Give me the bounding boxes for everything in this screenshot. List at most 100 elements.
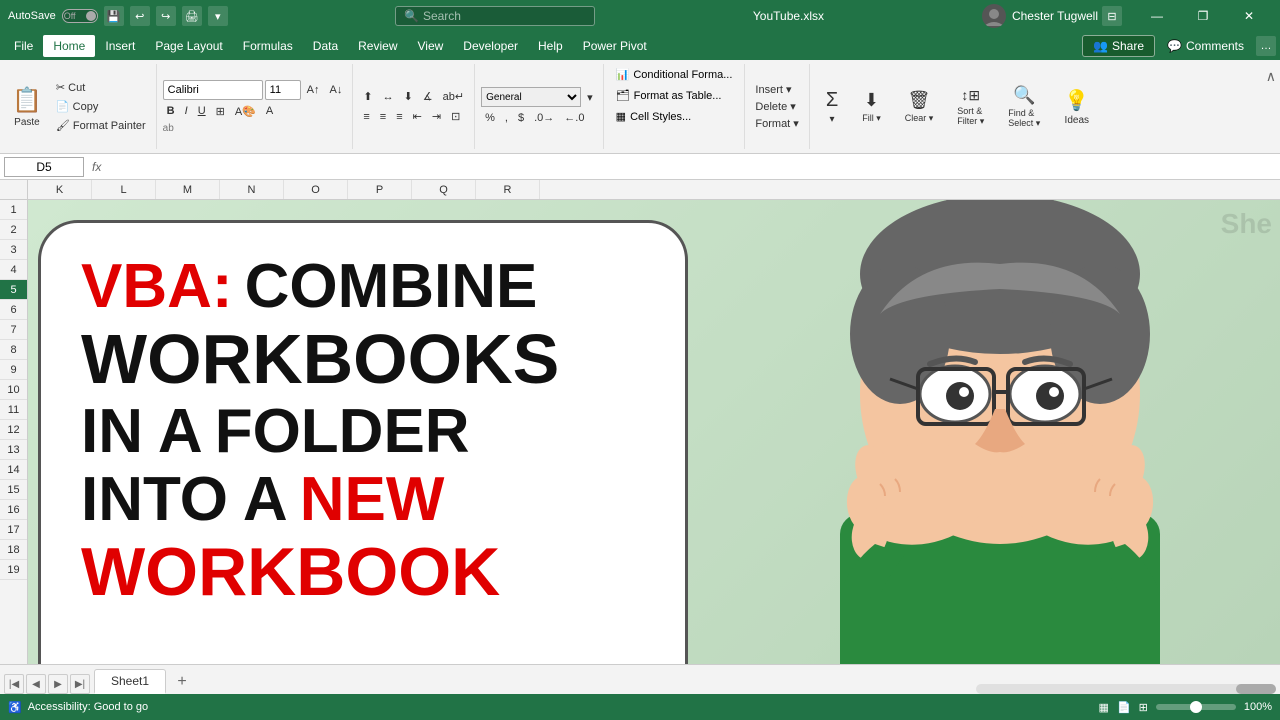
col-M[interactable]: M [156,180,220,199]
row-10[interactable]: 10 [0,380,27,400]
bold-button[interactable]: B [163,103,179,119]
wrap-text-button[interactable]: ab↵ [439,88,468,105]
col-L[interactable]: L [92,180,156,199]
find-select-button[interactable]: 🔍 Find &Select ▾ [1000,67,1048,147]
comma-style-button[interactable]: , [501,110,512,126]
menu-review[interactable]: Review [348,35,407,57]
cell-styles-button[interactable]: ▦ Cell Styles... [610,108,698,125]
merge-cells-button[interactable]: ⊡ [447,108,464,125]
row-9[interactable]: 9 [0,360,27,380]
align-top-button[interactable]: ⬆ [359,88,376,105]
fill-button[interactable]: ⬇ Fill ▾ [854,67,889,147]
format-cells-button[interactable]: Format ▾ [751,115,802,132]
menu-help[interactable]: Help [528,35,573,57]
ideas-button[interactable]: 💡 Ideas [1056,67,1097,147]
align-bottom-button[interactable]: ⬇ [400,88,417,105]
angle-text-button[interactable]: ∡ [419,88,437,105]
row-4[interactable]: 4 [0,260,27,280]
restore-button[interactable]: ❐ [1180,0,1226,32]
row-13[interactable]: 13 [0,440,27,460]
row-15[interactable]: 15 [0,480,27,500]
italic-button[interactable]: I [181,103,192,119]
decrease-indent-button[interactable]: ⇤ [409,108,426,125]
sheet-first-button[interactable]: |◀ [4,674,24,694]
menu-formulas[interactable]: Formulas [233,35,303,57]
col-K[interactable]: K [28,180,92,199]
underline-button[interactable]: U [194,103,210,119]
normal-view-icon[interactable]: ▦ [1099,701,1109,714]
currency-button[interactable]: $ [514,110,528,126]
more-menu-icon[interactable]: … [1256,36,1276,56]
menu-power-pivot[interactable]: Power Pivot [573,35,657,57]
col-N[interactable]: N [220,180,284,199]
horizontal-scrollbar[interactable] [976,684,1276,694]
row-16[interactable]: 16 [0,500,27,520]
quick-access-more[interactable]: ▾ [208,6,228,26]
number-format-dropdown[interactable]: ▾ [583,89,597,106]
menu-file[interactable]: File [4,35,43,57]
row-19[interactable]: 19 [0,560,27,580]
name-box-input[interactable] [4,157,84,177]
decrease-decimal-button[interactable]: ←.0 [560,110,588,126]
conditional-format-button[interactable]: 📊 Conditional Forma... [610,66,739,83]
sheet-next-button[interactable]: ▶ [48,674,68,694]
align-right-button[interactable]: ≡ [392,109,406,125]
paste-button[interactable]: 📋 Paste [6,67,48,147]
align-middle-button[interactable]: ↔ [379,89,398,105]
increase-decimal-button[interactable]: .0→ [530,110,558,126]
sort-filter-button[interactable]: ↕⊞ Sort &Filter ▾ [949,67,992,147]
redo-icon[interactable]: ↪ [156,6,176,26]
menu-insert[interactable]: Insert [95,35,145,57]
menu-developer[interactable]: Developer [453,35,528,57]
row-1[interactable]: 1 [0,200,27,220]
row-18[interactable]: 18 [0,540,27,560]
fill-color-button[interactable]: A🎨 [231,103,260,120]
row-8[interactable]: 8 [0,340,27,360]
align-center-button[interactable]: ≡ [376,109,390,125]
page-break-icon[interactable]: ⊞ [1139,701,1148,714]
menu-home[interactable]: Home [43,35,95,57]
page-layout-icon[interactable]: 📄 [1117,701,1131,714]
insert-cells-button[interactable]: Insert ▾ [751,81,802,98]
add-sheet-button[interactable]: + [170,670,194,694]
font-name-input[interactable] [163,80,263,100]
font-color-button[interactable]: A [262,103,277,119]
formula-input[interactable] [109,157,1276,177]
search-bar[interactable]: 🔍 Search [395,6,595,26]
row-6[interactable]: 6 [0,300,27,320]
col-P[interactable]: P [348,180,412,199]
align-left-button[interactable]: ≡ [359,109,373,125]
zoom-bar[interactable] [1156,704,1236,710]
share-button[interactable]: 👥 Share [1082,35,1155,57]
comments-button[interactable]: 💬 Comments [1161,37,1250,55]
decrease-font-button[interactable]: A↓ [326,82,347,98]
sigma-button[interactable]: Σ ▾ [818,67,846,147]
sheet-prev-button[interactable]: ◀ [26,674,46,694]
close-button[interactable]: ✕ [1226,0,1272,32]
number-format-select[interactable]: General [481,87,581,107]
percent-button[interactable]: % [481,110,499,126]
col-Q[interactable]: Q [412,180,476,199]
row-11[interactable]: 11 [0,400,27,420]
row-7[interactable]: 7 [0,320,27,340]
sheet-tab-sheet1[interactable]: Sheet1 [94,669,166,694]
minimize-button[interactable]: — [1134,0,1180,32]
menu-data[interactable]: Data [303,35,348,57]
increase-indent-button[interactable]: ⇥ [428,108,445,125]
format-painter-button[interactable]: 🖌 Format Painter [52,117,150,134]
save-icon[interactable]: 💾 [104,6,124,26]
ribbon-collapse-button[interactable]: ∧ [1262,64,1280,149]
delete-cells-button[interactable]: Delete ▾ [751,98,802,115]
print-icon[interactable]: 🖨 [182,6,202,26]
format-as-table-button[interactable]: 🗂 Format as Table... [610,87,728,104]
col-R[interactable]: R [476,180,540,199]
row-14[interactable]: 14 [0,460,27,480]
cut-button[interactable]: ✂ Cut [52,79,150,96]
copy-button[interactable]: 📄 Copy [52,98,150,115]
row-17[interactable]: 17 [0,520,27,540]
row-12[interactable]: 12 [0,420,27,440]
increase-font-button[interactable]: A↑ [303,82,324,98]
font-size-input[interactable] [265,80,301,100]
col-O[interactable]: O [284,180,348,199]
autosave-toggle[interactable]: Off [62,9,98,23]
